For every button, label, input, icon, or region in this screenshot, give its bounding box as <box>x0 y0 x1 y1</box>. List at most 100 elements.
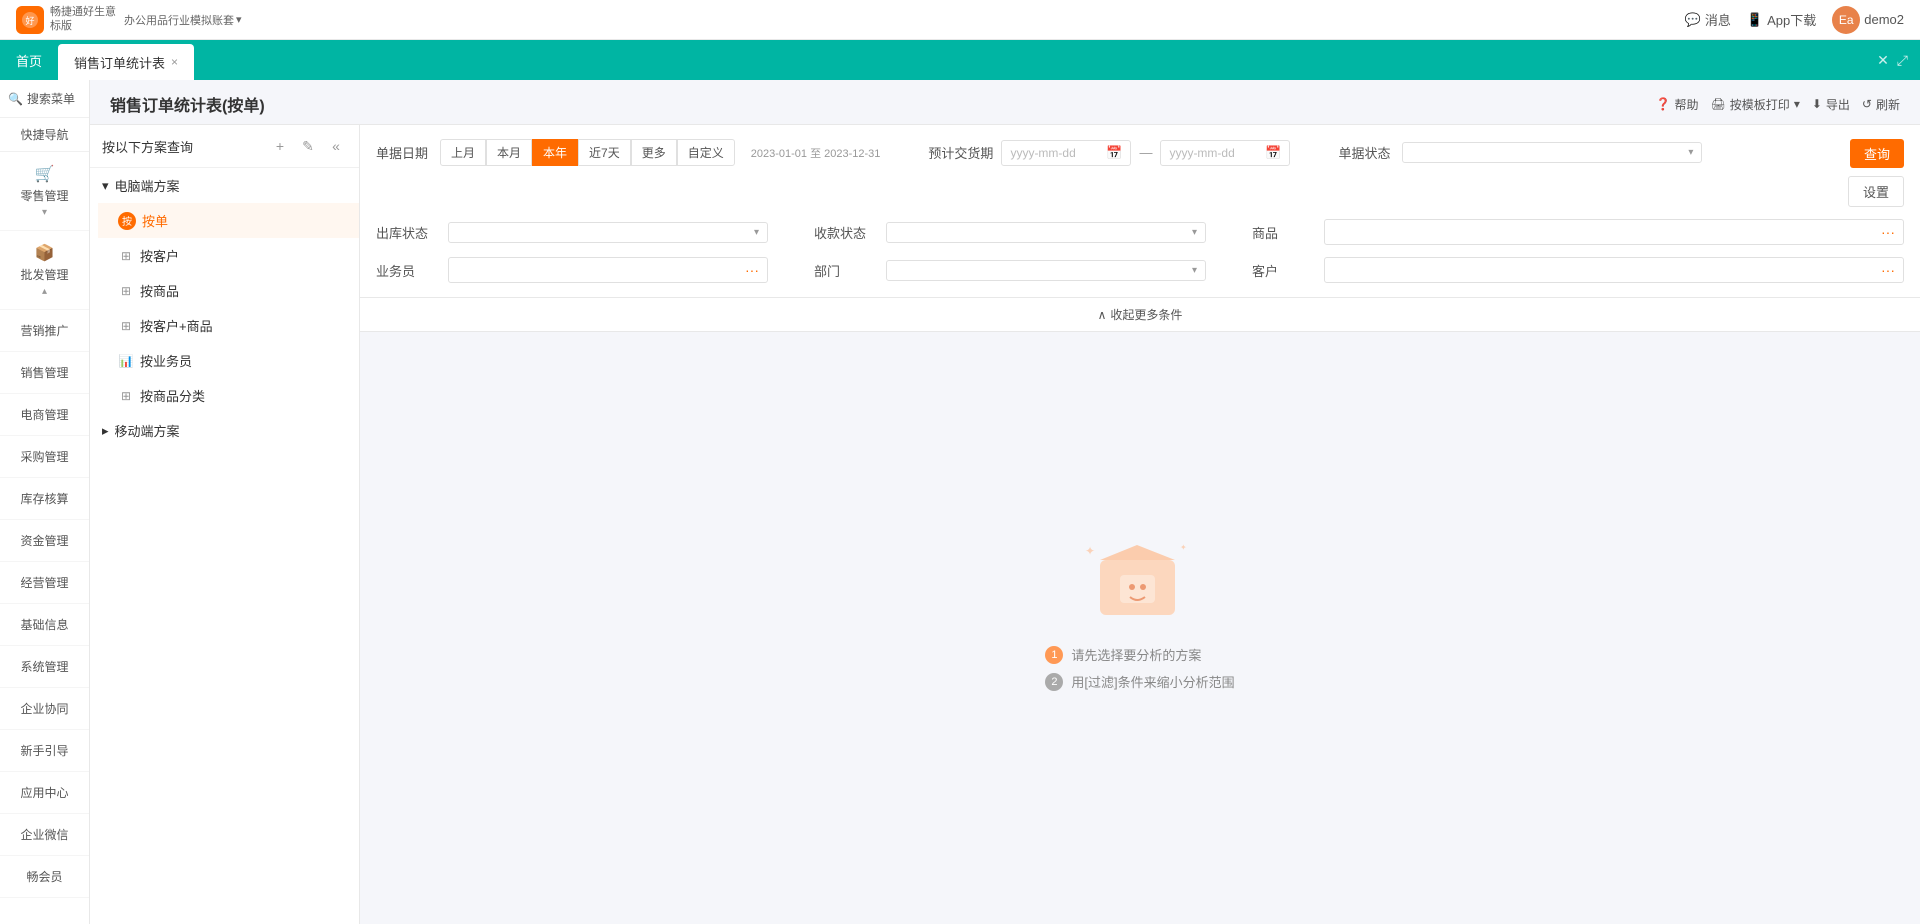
maximize-icon[interactable]: ⤢ <box>1897 52 1908 69</box>
goods-ellipsis-icon[interactable]: ··· <box>1881 224 1895 240</box>
message-button[interactable]: 💬 消息 <box>1685 10 1731 29</box>
empty-hint-2: 2 用[过滤]条件来缩小分析范围 <box>1045 672 1234 691</box>
settings-button[interactable]: 设置 <box>1848 176 1904 207</box>
hint-number-2: 2 <box>1045 673 1063 691</box>
tree-section-mobile[interactable]: ▸ 移动端方案 <box>90 413 359 448</box>
sidebar-item-enterprise[interactable]: 企业协同 <box>0 688 89 730</box>
tab-close-icon[interactable]: × <box>171 55 178 69</box>
outbound-label: 出库状态 <box>376 223 432 242</box>
top-bar: 好 畅捷通好生意 标版 办公用品行业模拟账套 ▾ 💬 消息 📱 App下载 Ea… <box>0 0 1920 40</box>
left-panel-title: 按以下方案查询 <box>102 137 261 156</box>
calendar-icon2: 📅 <box>1265 145 1281 161</box>
sidebar-item-wholesale[interactable]: 📦 批发管理 ▴ <box>0 231 89 310</box>
app-switcher-dropdown[interactable]: 办公用品行业模拟账套 ▾ <box>124 12 242 28</box>
sidebar-item-basic[interactable]: 基础信息 <box>0 604 89 646</box>
minimize-icon[interactable]: ✕ <box>1877 52 1889 69</box>
date-btn-more[interactable]: 更多 <box>631 139 677 166</box>
sidebar-item-system[interactable]: 系统管理 <box>0 646 89 688</box>
scheme-grid-icon4: 📊 <box>118 353 134 369</box>
search-icon: 🔍 <box>8 92 23 106</box>
left-panel-header: 按以下方案查询 + ✎ « <box>90 125 359 168</box>
svg-text:✦: ✦ <box>1180 543 1187 552</box>
outbound-select-arrow: ▾ <box>754 227 759 238</box>
date-btn-last-month[interactable]: 上月 <box>440 139 486 166</box>
sidebar-item-retail[interactable]: 🛒 零售管理 ▾ <box>0 152 89 231</box>
content-area: 销售订单统计表(按单) ❓ 帮助 🖨 按模板打印 ▾ ⬇ 导出 ↺ 刷新 <box>90 80 1920 924</box>
tree-item-by-category[interactable]: ⊞ 按商品分类 <box>98 378 359 413</box>
scheme-grid-icon3: ⊞ <box>118 318 134 334</box>
top-bar-right: 💬 消息 📱 App下载 Ea demo2 <box>1685 6 1904 34</box>
payment-label: 收款状态 <box>814 223 870 242</box>
dept-label: 部门 <box>814 261 870 280</box>
dept-select[interactable]: ▾ <box>886 260 1206 281</box>
sidebar-item-ecommerce[interactable]: 电商管理 <box>0 394 89 436</box>
search-menu-button[interactable]: 🔍 搜索菜单 <box>0 80 89 118</box>
tree-expand-icon: ▾ <box>102 178 109 194</box>
export-button[interactable]: ⬇ 导出 <box>1812 96 1850 113</box>
date-btn-last-7[interactable]: 近7天 <box>578 139 631 166</box>
tree-section-pc[interactable]: ▾ 电脑端方案 <box>90 168 359 203</box>
sidebar-item-appcenter[interactable]: 应用中心 <box>0 772 89 814</box>
tab-bar: 首页 销售订单统计表 × ✕ ⤢ <box>0 40 1920 80</box>
date-btn-custom[interactable]: 自定义 <box>677 139 735 166</box>
edit-scheme-button[interactable]: ✎ <box>297 135 319 157</box>
tree-item-by-customer-product[interactable]: ⊞ 按客户+商品 <box>98 308 359 343</box>
date-btn-this-month[interactable]: 本月 <box>486 139 532 166</box>
date-range-text: 2023-01-01 至 2023-12-31 <box>751 145 881 161</box>
collapse-panel-button[interactable]: « <box>325 135 347 157</box>
sidebar-item-wechat[interactable]: 企业微信 <box>0 814 89 856</box>
salesman-ellipsis-icon[interactable]: ··· <box>745 262 759 278</box>
quick-nav-button[interactable]: 快捷导航 <box>0 118 89 152</box>
sidebar-item-finance[interactable]: 资金管理 <box>0 520 89 562</box>
add-scheme-button[interactable]: + <box>269 135 291 157</box>
panel-layout: 按以下方案查询 + ✎ « ▾ 电脑端方案 按 按单 <box>90 125 1920 924</box>
top-bar-left: 好 畅捷通好生意 标版 办公用品行业模拟账套 ▾ <box>16 6 242 34</box>
tab-home[interactable]: 首页 <box>0 40 58 80</box>
refresh-button[interactable]: ↺ 刷新 <box>1862 96 1900 113</box>
app-download-button[interactable]: 📱 App下载 <box>1747 10 1816 29</box>
payment-status-select[interactable]: ▾ <box>886 222 1206 243</box>
goods-input[interactable]: ··· <box>1324 219 1904 245</box>
sidebar-item-sales[interactable]: 销售管理 <box>0 352 89 394</box>
tree-expand-icon2: ▸ <box>102 423 109 439</box>
avatar: Ea <box>1832 6 1860 34</box>
customer-input[interactable]: ··· <box>1324 257 1904 283</box>
user-menu[interactable]: Ea demo2 <box>1832 6 1904 34</box>
help-icon: ❓ <box>1656 97 1671 111</box>
delivery-date-from[interactable]: yyyy-mm-dd 📅 <box>1001 140 1131 166</box>
salesman-label: 业务员 <box>376 261 432 280</box>
sidebar-item-newbie[interactable]: 新手引导 <box>0 730 89 772</box>
salesman-input[interactable]: ··· <box>448 257 768 283</box>
tree-item-by-customer[interactable]: ⊞ 按客户 <box>98 238 359 273</box>
tree-item-by-product[interactable]: ⊞ 按商品 <box>98 273 359 308</box>
print-icon: 🖨 <box>1711 97 1726 111</box>
header-actions: ❓ 帮助 🖨 按模板打印 ▾ ⬇ 导出 ↺ 刷新 <box>1656 96 1900 113</box>
refresh-icon: ↺ <box>1862 97 1872 111</box>
sidebar-item-marketing[interactable]: 营销推广 <box>0 310 89 352</box>
tree-item-by-order[interactable]: 按 按单 <box>98 203 359 238</box>
tree-children-pc: 按 按单 ⊞ 按客户 ⊞ 按商品 ⊞ 按客户+商品 <box>90 203 359 413</box>
doc-status-select[interactable]: ▾ <box>1402 142 1702 163</box>
message-icon: 💬 <box>1685 12 1701 28</box>
filter-area: 单据日期 上月 本月 本年 近7天 更多 自定义 2023-01-01 至 20… <box>360 125 1920 298</box>
sidebar-item-member[interactable]: 畅会员 <box>0 856 89 898</box>
empty-hints: 1 请先选择要分析的方案 2 用[过滤]条件来缩小分析范围 <box>1045 645 1234 691</box>
wholesale-icon: 📦 <box>35 243 55 263</box>
empty-state: ✦ ✦ 1 请先选择要分析的方案 2 用[过滤]条件来缩小分析范围 <box>360 332 1920 924</box>
date-btn-this-year[interactable]: 本年 <box>532 139 578 166</box>
outbound-status-select[interactable]: ▾ <box>448 222 768 243</box>
delivery-date-to[interactable]: yyyy-mm-dd 📅 <box>1160 140 1290 166</box>
main-layout: 🔍 搜索菜单 快捷导航 🛒 零售管理 ▾ 📦 批发管理 ▴ 营销推广 销售管理 … <box>0 80 1920 924</box>
goods-label: 商品 <box>1252 223 1308 242</box>
tree-item-by-salesman[interactable]: 📊 按业务员 <box>98 343 359 378</box>
template-print-button[interactable]: 🖨 按模板打印 ▾ <box>1711 96 1800 113</box>
help-button[interactable]: ❓ 帮助 <box>1656 96 1699 113</box>
sidebar-item-inventory[interactable]: 库存核算 <box>0 478 89 520</box>
collapse-bar[interactable]: ∧ 收起更多条件 <box>360 298 1920 332</box>
sidebar-item-purchase[interactable]: 采购管理 <box>0 436 89 478</box>
customer-ellipsis-icon[interactable]: ··· <box>1881 262 1895 278</box>
sidebar-item-operation[interactable]: 经营管理 <box>0 562 89 604</box>
payment-select-arrow: ▾ <box>1192 227 1197 238</box>
tab-sales-order-stats[interactable]: 销售订单统计表 × <box>58 44 194 80</box>
query-button[interactable]: 查询 <box>1850 139 1904 168</box>
